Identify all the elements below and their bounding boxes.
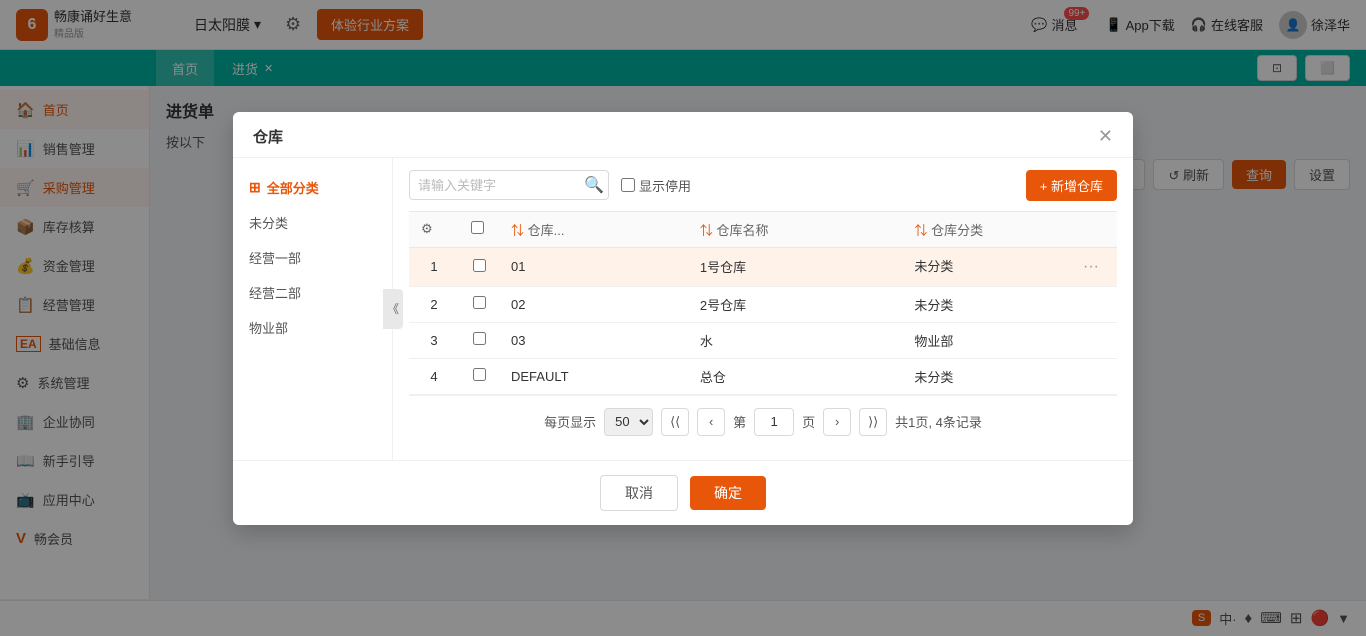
table-scroll-area: ⚙ ⇅ 仓库... ⇅ bbox=[409, 211, 1117, 395]
category-item-uncategorized[interactable]: 未分类 bbox=[233, 205, 392, 240]
prev-page-icon: ‹ bbox=[709, 414, 713, 429]
col-code-label: 仓库... bbox=[528, 223, 565, 238]
modal-close-button[interactable]: ✕ bbox=[1098, 126, 1113, 147]
row-2-checkbox[interactable] bbox=[473, 296, 486, 309]
row-2-num: 2 bbox=[409, 286, 459, 322]
category-item-property[interactable]: 物业部 bbox=[233, 310, 392, 345]
row-4-name: 总仓 bbox=[688, 358, 903, 394]
category-sidebar-wrap: ⊞ 全部分类 未分类 经营一部 经营二部 物业部 bbox=[233, 158, 393, 460]
select-all-checkbox[interactable] bbox=[471, 221, 484, 234]
table-row[interactable]: 1 01 1号仓库 未分类 ··· bbox=[409, 247, 1117, 286]
col-header-check bbox=[459, 211, 499, 247]
row-3-checkbox[interactable] bbox=[473, 332, 486, 345]
page-number-input[interactable] bbox=[754, 408, 794, 436]
show-disabled-label: 显示停用 bbox=[639, 176, 691, 195]
row-2-code: 02 bbox=[499, 286, 688, 322]
row-3-check[interactable] bbox=[459, 322, 499, 358]
add-warehouse-button[interactable]: + 新增仓库 bbox=[1026, 170, 1117, 201]
table-row[interactable]: 4 DEFAULT 总仓 未分类 bbox=[409, 358, 1117, 394]
modal-header: 仓库 ✕ bbox=[233, 112, 1133, 158]
table-row[interactable]: 3 03 水 物业部 bbox=[409, 322, 1117, 358]
first-page-icon: ⟨⟨ bbox=[670, 414, 680, 430]
col-header-category: ⇅ 仓库分类 bbox=[902, 211, 1117, 247]
table-toolbar: 🔍 显示停用 + 新增仓库 bbox=[409, 170, 1117, 201]
table-header: ⚙ ⇅ 仓库... ⇅ bbox=[409, 211, 1117, 247]
warehouse-code-sort-icon[interactable]: ⇅ bbox=[511, 223, 524, 238]
page-label: 第 bbox=[733, 412, 746, 431]
cancel-button[interactable]: 取消 bbox=[600, 475, 678, 511]
row-3-category: 物业部 bbox=[902, 322, 1117, 358]
all-categories-item[interactable]: ⊞ 全部分类 bbox=[233, 170, 392, 205]
table-row[interactable]: 2 02 2号仓库 未分类 bbox=[409, 286, 1117, 322]
row-2-check[interactable] bbox=[459, 286, 499, 322]
row-4-check[interactable] bbox=[459, 358, 499, 394]
modal-footer: 取消 确定 bbox=[233, 460, 1133, 525]
row-3-name: 水 bbox=[688, 322, 903, 358]
last-page-icon: ⟩⟩ bbox=[868, 414, 878, 430]
row-1-check[interactable] bbox=[459, 247, 499, 286]
category-sidebar: ⊞ 全部分类 未分类 经营一部 经营二部 物业部 bbox=[233, 158, 393, 460]
row-1-actions-button[interactable]: ··· bbox=[1077, 256, 1105, 278]
warehouse-cat-sort-icon[interactable]: ⇅ bbox=[914, 223, 927, 238]
modal-overlay: 仓库 ✕ ⊞ 全部分类 未分类 经营一部 bbox=[0, 0, 1366, 636]
all-categories-label: 全部分类 bbox=[267, 178, 319, 197]
page-unit-label: 页 bbox=[802, 412, 815, 431]
row-4-num: 4 bbox=[409, 358, 459, 394]
warehouse-modal: 仓库 ✕ ⊞ 全部分类 未分类 经营一部 bbox=[233, 112, 1133, 525]
col-header-name: ⇅ 仓库名称 bbox=[688, 211, 903, 247]
row-3-num: 3 bbox=[409, 322, 459, 358]
row-3-code: 03 bbox=[499, 322, 688, 358]
category-item-ops2[interactable]: 经营二部 bbox=[233, 275, 392, 310]
modal-title: 仓库 bbox=[253, 126, 283, 147]
category-item-ops1[interactable]: 经营一部 bbox=[233, 240, 392, 275]
search-area: 🔍 显示停用 bbox=[409, 170, 691, 200]
row-1-name: 1号仓库 bbox=[688, 247, 903, 286]
next-page-icon: › bbox=[835, 414, 839, 429]
warehouse-name-sort-icon[interactable]: ⇅ bbox=[700, 223, 713, 238]
search-icon[interactable]: 🔍 bbox=[584, 175, 604, 195]
first-page-button[interactable]: ⟨⟨ bbox=[661, 408, 689, 436]
last-page-button[interactable]: ⟩⟩ bbox=[859, 408, 887, 436]
row-2-category: 未分类 bbox=[902, 286, 1117, 322]
row-4-checkbox[interactable] bbox=[473, 368, 486, 381]
total-info-label: 共1页, 4条记录 bbox=[895, 412, 982, 431]
warehouse-table: ⚙ ⇅ 仓库... ⇅ bbox=[409, 211, 1117, 395]
col-category-label: 仓库分类 bbox=[931, 223, 983, 238]
row-1-checkbox[interactable] bbox=[473, 259, 486, 272]
pagination: 每页显示 50 ⟨⟨ ‹ 第 页 › bbox=[409, 395, 1117, 448]
row-2-name: 2号仓库 bbox=[688, 286, 903, 322]
cat-property-label: 物业部 bbox=[249, 321, 288, 336]
col-header-gear: ⚙ bbox=[409, 211, 459, 247]
row-1-category: 未分类 ··· bbox=[902, 247, 1117, 286]
per-page-select[interactable]: 50 bbox=[604, 408, 653, 436]
cat-ops1-label: 经营一部 bbox=[249, 251, 301, 266]
cat-ops2-label: 经营二部 bbox=[249, 286, 301, 301]
table-body: 1 01 1号仓库 未分类 ··· 2 bbox=[409, 247, 1117, 394]
per-page-label: 每页显示 bbox=[544, 412, 596, 431]
prev-page-button[interactable]: ‹ bbox=[697, 408, 725, 436]
grid-icon: ⊞ bbox=[249, 179, 261, 196]
confirm-button[interactable]: 确定 bbox=[690, 476, 766, 510]
next-page-button[interactable]: › bbox=[823, 408, 851, 436]
col-header-code: ⇅ 仓库... bbox=[499, 211, 688, 247]
col-name-label: 仓库名称 bbox=[717, 223, 769, 238]
show-disabled-checkbox-area: 显示停用 bbox=[621, 176, 691, 195]
search-input[interactable] bbox=[418, 178, 578, 193]
row-1-code: 01 bbox=[499, 247, 688, 286]
gear-col-icon[interactable]: ⚙ bbox=[421, 221, 433, 236]
row-4-code: DEFAULT bbox=[499, 358, 688, 394]
collapse-sidebar-button[interactable]: 《 bbox=[383, 289, 403, 329]
row-4-category: 未分类 bbox=[902, 358, 1117, 394]
search-box[interactable]: 🔍 bbox=[409, 170, 609, 200]
table-area: 🔍 显示停用 + 新增仓库 bbox=[393, 158, 1133, 460]
modal-body: ⊞ 全部分类 未分类 经营一部 经营二部 物业部 bbox=[233, 158, 1133, 460]
show-disabled-checkbox[interactable] bbox=[621, 178, 635, 192]
row-1-num: 1 bbox=[409, 247, 459, 286]
cat-uncategorized-label: 未分类 bbox=[249, 216, 288, 231]
